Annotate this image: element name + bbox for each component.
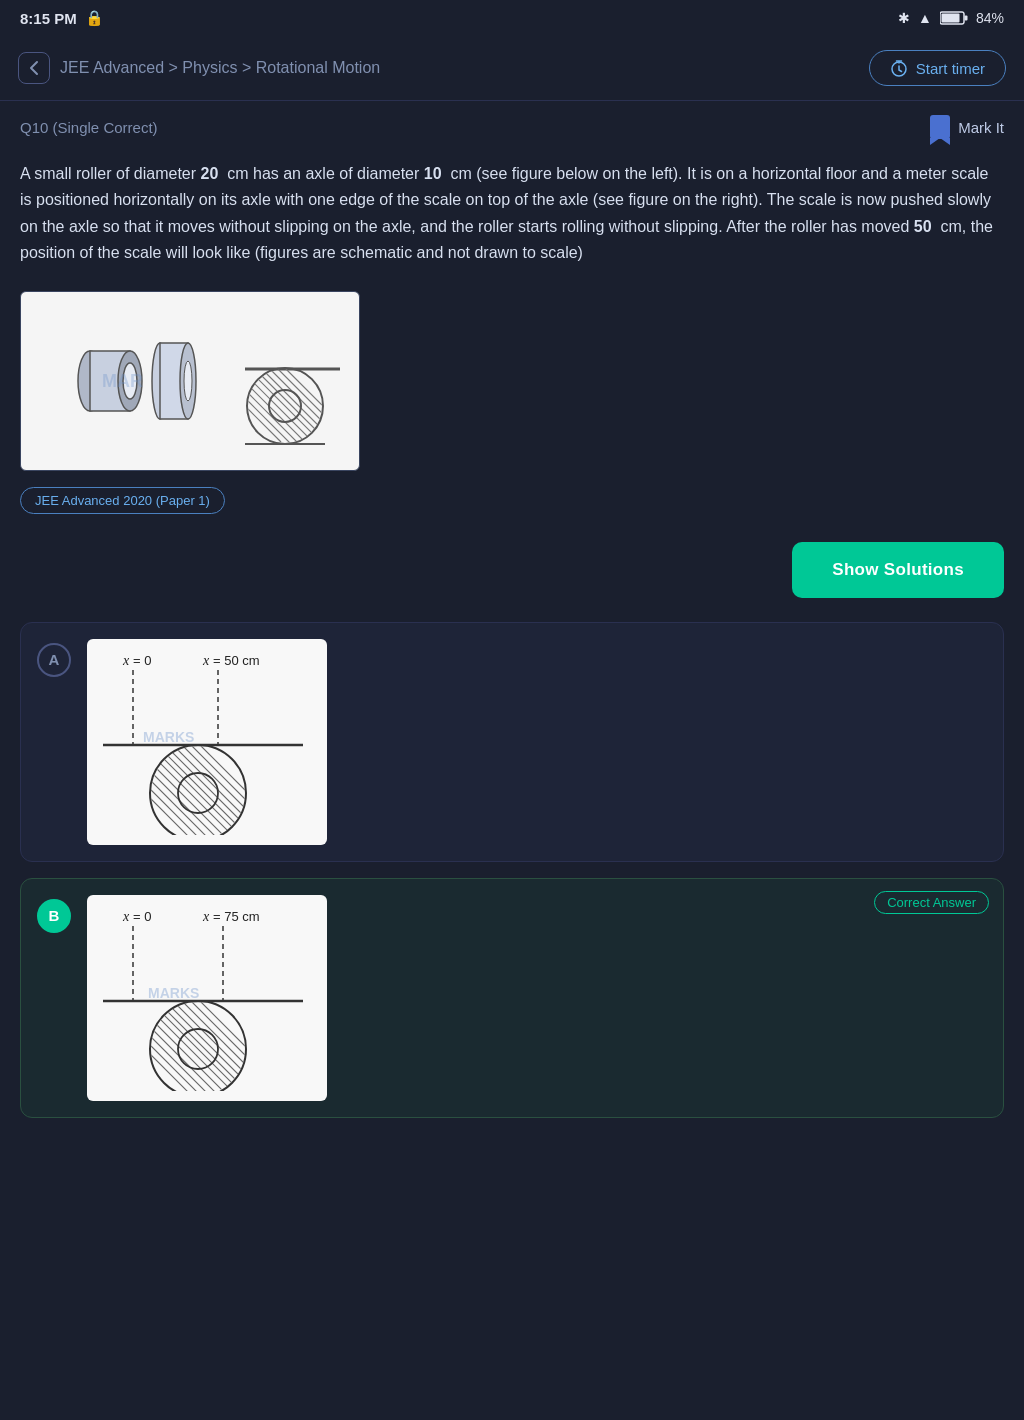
svg-line-43 [183, 746, 245, 808]
svg-text:x: x [202, 653, 210, 668]
svg-line-68 [183, 1002, 245, 1064]
svg-line-23 [248, 385, 310, 447]
svg-text:= 75 cm: = 75 cm [213, 909, 260, 924]
question-meta: Q10 (Single Correct) Mark It [0, 101, 1024, 153]
option-a-circle: A [37, 643, 71, 677]
svg-line-16 [248, 369, 322, 443]
option-a-figure: x = 0 x = 50 cm MARKS [87, 639, 327, 845]
svg-point-37 [150, 745, 246, 835]
question-body: A small roller of diameter 20 cm has an … [0, 153, 1024, 283]
breadcrumb-jee: JEE Advanced [60, 59, 164, 76]
back-button[interactable] [18, 52, 50, 84]
bluetooth-icon: ✱ [898, 10, 910, 26]
breadcrumb: JEE Advanced > Physics > Rotational Moti… [60, 59, 380, 77]
show-solutions-area: Show Solutions [0, 534, 1024, 622]
option-b-card[interactable]: Correct Answer B x = 0 x = 75 cm MARKS [20, 878, 1004, 1118]
status-left: 8:15 PM 🔒 [20, 9, 104, 27]
show-solutions-button[interactable]: Show Solutions [792, 542, 1004, 598]
svg-text:= 0: = 0 [133, 909, 151, 924]
mark-it-button[interactable]: Mark It [930, 115, 1004, 139]
svg-point-11 [184, 361, 192, 401]
option-b-circle: B [37, 899, 71, 933]
svg-rect-1 [941, 14, 959, 23]
exam-tag: JEE Advanced 2020 (Paper 1) [20, 487, 225, 514]
svg-point-62 [150, 1001, 246, 1091]
svg-text:x: x [122, 909, 130, 924]
svg-text:= 0: = 0 [133, 653, 151, 668]
lock-icon: 🔒 [85, 9, 104, 27]
svg-rect-2 [964, 16, 967, 21]
option-a-card[interactable]: A x = 0 x = 50 cm MARKS [20, 622, 1004, 862]
svg-text:= 50 cm: = 50 cm [213, 653, 260, 668]
start-timer-button[interactable]: Start timer [869, 50, 1006, 86]
time: 8:15 PM [20, 10, 77, 27]
nav-bar: JEE Advanced > Physics > Rotational Moti… [0, 36, 1024, 101]
tag-area: JEE Advanced 2020 (Paper 1) [0, 487, 1024, 534]
battery-percent: 84% [976, 10, 1004, 26]
status-bar: 8:15 PM 🔒 ✱ ▲ 84% [0, 0, 1024, 36]
question-label: Q10 (Single Correct) [20, 119, 158, 136]
svg-line-66 [166, 1002, 245, 1081]
svg-text:MARKS: MARKS [143, 729, 194, 745]
svg-line-21 [286, 369, 322, 405]
svg-text:MAR: MAR [102, 371, 143, 391]
status-right: ✱ ▲ 84% [898, 10, 1004, 26]
breadcrumb-physics: Physics [182, 59, 237, 76]
question-figure: MAR [20, 291, 360, 471]
option-b-figure: x = 0 x = 75 cm MARKS [87, 895, 327, 1101]
breadcrumb-rotational: Rotational Motion [256, 59, 381, 76]
mark-it-label: Mark It [958, 119, 1004, 136]
bookmark-icon [930, 115, 950, 139]
question-text: A small roller of diameter 20 cm has an … [20, 165, 993, 261]
svg-text:MARKS: MARKS [148, 985, 199, 1001]
wifi-icon: ▲ [918, 10, 932, 26]
svg-line-41 [166, 746, 245, 825]
nav-left: JEE Advanced > Physics > Rotational Moti… [18, 52, 380, 84]
correct-answer-badge: Correct Answer [874, 891, 989, 914]
battery-icon [940, 11, 968, 25]
svg-text:x: x [202, 909, 210, 924]
svg-text:x: x [122, 653, 130, 668]
